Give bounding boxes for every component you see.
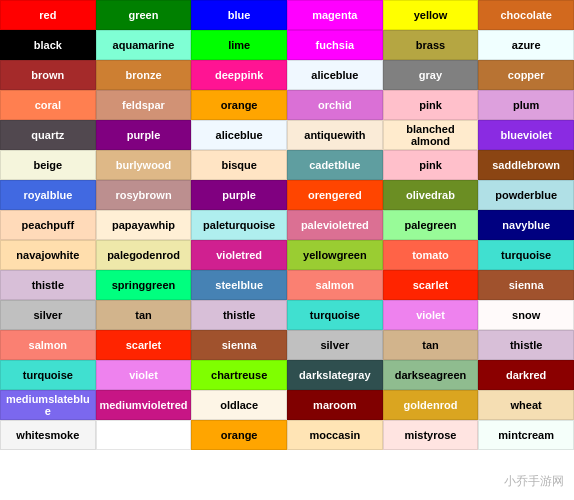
color-cell: palevioletred xyxy=(287,210,383,240)
color-cell: purple xyxy=(191,180,287,210)
color-cell: aliceblue xyxy=(287,60,383,90)
color-cell: cadetblue xyxy=(287,150,383,180)
color-cell: bronze xyxy=(96,60,192,90)
color-cell: feldspar xyxy=(96,90,192,120)
color-cell: sienna xyxy=(478,270,574,300)
color-cell: turquoise xyxy=(478,240,574,270)
color-cell: navajowhite xyxy=(0,240,96,270)
color-cell: thistle xyxy=(191,300,287,330)
color-cell: copper xyxy=(478,60,574,90)
color-cell: sienna xyxy=(191,330,287,360)
color-cell: fuchsia xyxy=(287,30,383,60)
color-cell: mintcream xyxy=(478,420,574,450)
color-cell: tan xyxy=(383,330,479,360)
color-cell: mediumvioletred xyxy=(96,390,192,420)
color-cell: orchid xyxy=(287,90,383,120)
color-cell: rosybrown xyxy=(96,180,192,210)
color-cell: yellowgreen xyxy=(287,240,383,270)
color-cell: magenta xyxy=(287,0,383,30)
color-grid: redgreenbluemagentayellowchocolateblacka… xyxy=(0,0,574,450)
color-cell: blueviolet xyxy=(478,120,574,150)
color-cell: royalblue xyxy=(0,180,96,210)
color-cell: yellow xyxy=(383,0,479,30)
color-cell: brown xyxy=(0,60,96,90)
color-cell: beige xyxy=(0,150,96,180)
color-cell: blue xyxy=(191,0,287,30)
color-cell: red xyxy=(0,0,96,30)
color-cell: wheat xyxy=(478,390,574,420)
color-cell: burlywood xyxy=(96,150,192,180)
color-cell: orange xyxy=(191,420,287,450)
color-cell: maroom xyxy=(287,390,383,420)
color-cell: darkseagreen xyxy=(383,360,479,390)
color-cell: violet xyxy=(383,300,479,330)
color-cell: darkslategray xyxy=(287,360,383,390)
color-cell: paleturquoise xyxy=(191,210,287,240)
color-cell: oldlace xyxy=(191,390,287,420)
color-cell: antiquewith xyxy=(287,120,383,150)
color-cell: powderblue xyxy=(478,180,574,210)
color-cell: purple xyxy=(96,120,192,150)
color-cell: snow xyxy=(478,300,574,330)
color-cell: green xyxy=(96,0,192,30)
color-cell: chocolate xyxy=(478,0,574,30)
color-cell: silver xyxy=(0,300,96,330)
color-cell: azure xyxy=(478,30,574,60)
color-cell: bisque xyxy=(191,150,287,180)
color-cell: thistle xyxy=(478,330,574,360)
color-cell: moccasin xyxy=(287,420,383,450)
color-cell: gray xyxy=(383,60,479,90)
color-cell: whitesmoke xyxy=(0,420,96,450)
color-cell: olivedrab xyxy=(383,180,479,210)
color-cell: violetred xyxy=(191,240,287,270)
color-cell: pink xyxy=(383,90,479,120)
color-cell: palegreen xyxy=(383,210,479,240)
color-cell: silver xyxy=(287,330,383,360)
watermark: 小乔手游网 xyxy=(504,473,564,490)
color-cell: steelblue xyxy=(191,270,287,300)
color-cell: mistyrose xyxy=(383,420,479,450)
color-cell: chartreuse xyxy=(191,360,287,390)
color-cell: tan xyxy=(96,300,192,330)
color-cell: peachpuff xyxy=(0,210,96,240)
color-cell: navyblue xyxy=(478,210,574,240)
color-cell: scarlet xyxy=(96,330,192,360)
color-cell: mediumslateblue xyxy=(0,390,96,420)
color-cell: violet xyxy=(96,360,192,390)
color-cell: scarlet xyxy=(383,270,479,300)
color-cell: saddlebrown xyxy=(478,150,574,180)
color-cell: papayawhip xyxy=(96,210,192,240)
color-cell: black xyxy=(0,30,96,60)
color-cell: aquamarine xyxy=(96,30,192,60)
color-cell: turquoise xyxy=(0,360,96,390)
color-cell: lime xyxy=(191,30,287,60)
color-cell: darkred xyxy=(478,360,574,390)
color-cell: goldenrod xyxy=(383,390,479,420)
color-cell xyxy=(96,420,192,450)
color-cell: plum xyxy=(478,90,574,120)
color-cell: salmon xyxy=(287,270,383,300)
color-cell: tomato xyxy=(383,240,479,270)
color-cell: thistle xyxy=(0,270,96,300)
color-cell: salmon xyxy=(0,330,96,360)
color-cell: orange xyxy=(191,90,287,120)
color-cell: turquoise xyxy=(287,300,383,330)
color-cell: aliceblue xyxy=(191,120,287,150)
color-cell: brass xyxy=(383,30,479,60)
color-cell: deeppink xyxy=(191,60,287,90)
color-cell: orengered xyxy=(287,180,383,210)
color-cell: pink xyxy=(383,150,479,180)
color-cell: quartz xyxy=(0,120,96,150)
color-cell: palegodenrod xyxy=(96,240,192,270)
color-cell: coral xyxy=(0,90,96,120)
color-cell: blanched almond xyxy=(383,120,479,150)
color-cell: springgreen xyxy=(96,270,192,300)
